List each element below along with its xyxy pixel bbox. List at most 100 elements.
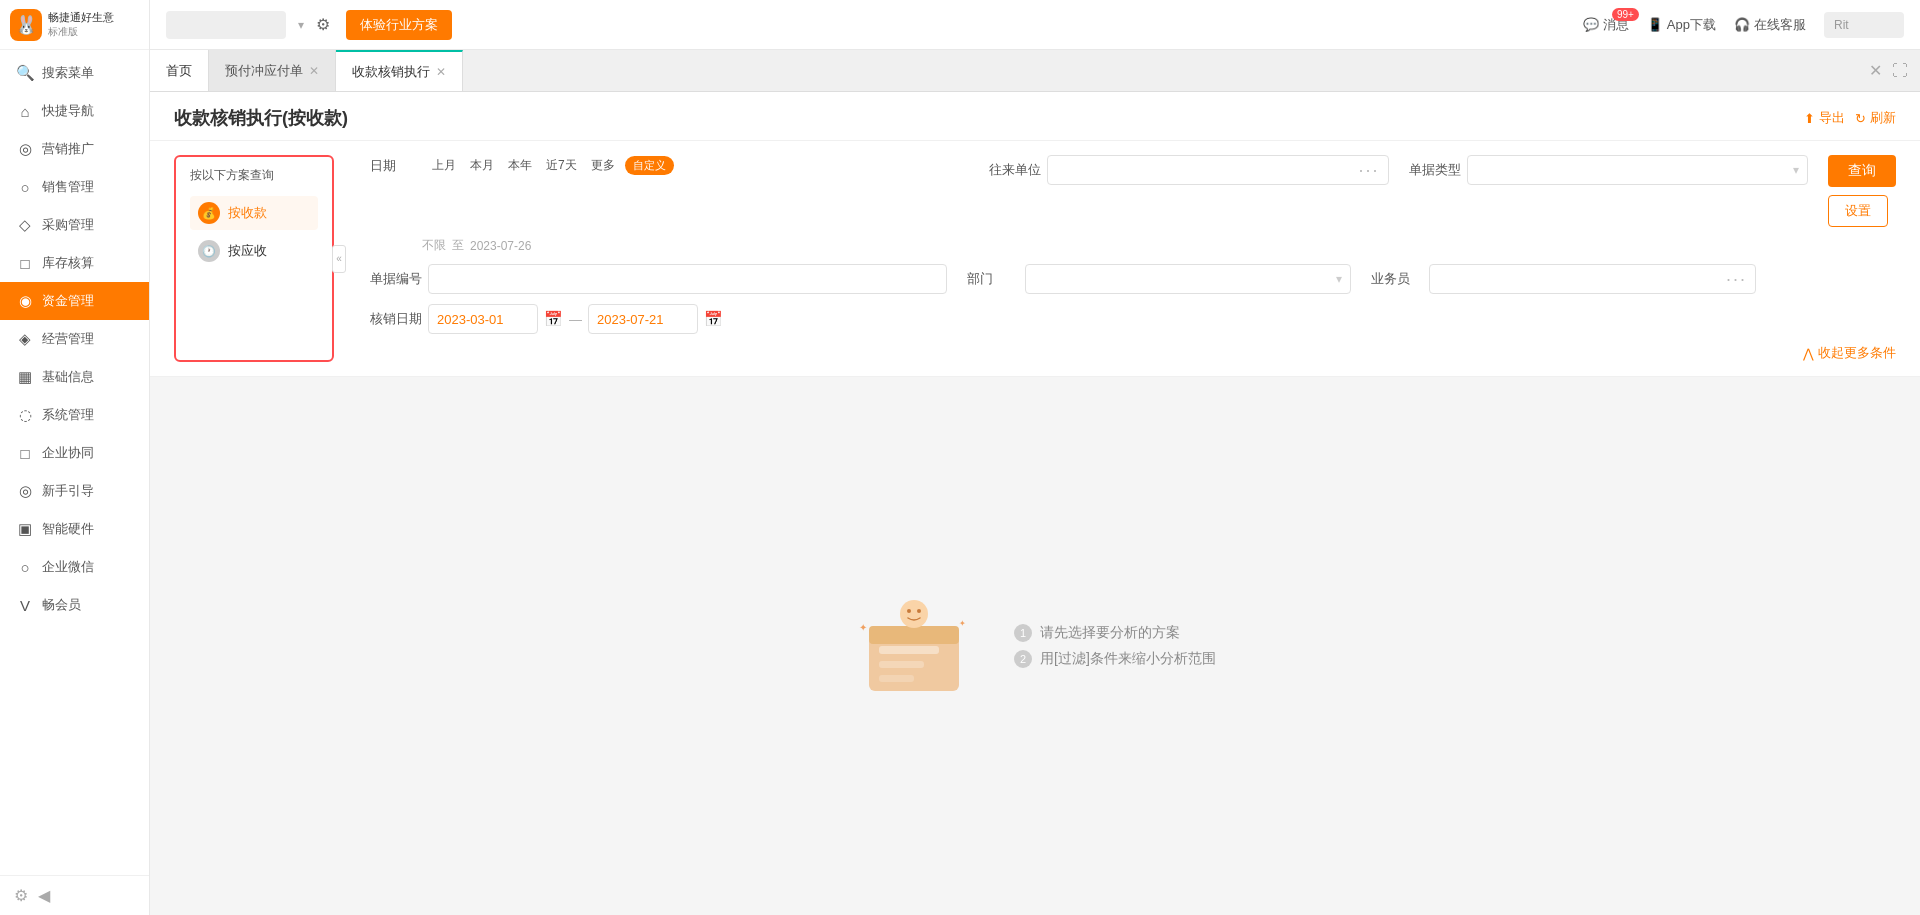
filter-option-by-receivable[interactable]: 🕐 按应收 [190,234,318,268]
sidebar-item-label: 新手引导 [42,482,94,500]
settings-button[interactable]: 设置 [1828,195,1888,227]
message-button[interactable]: 💬 消息 99+ [1583,16,1629,34]
sidebar-item-enterprise[interactable]: □ 企业协同 [0,434,149,472]
verify-date-to-cal-icon[interactable]: 📅 [704,310,723,328]
dept-select[interactable]: ▾ [1025,264,1352,294]
svg-rect-2 [879,646,939,654]
date-label: 日期 [370,157,422,175]
doctype-select[interactable]: ▾ [1467,155,1808,185]
search-icon: 🔍 [16,64,34,82]
logo-text-block: 畅捷通好生意 标准版 [48,10,114,38]
sidebar-item-search[interactable]: 🔍 搜索菜单 [0,54,149,92]
svg-rect-3 [879,661,924,668]
empty-tip-2: 2 用[过滤]条件来缩小分析范围 [1014,650,1216,668]
basics-icon: ▦ [16,368,34,386]
empty-tips: 1 请先选择要分析的方案 2 用[过滤]条件来缩小分析范围 [1014,624,1216,668]
sidebar-item-system[interactable]: ◌ 系统管理 [0,396,149,434]
by-receivable-icon: 🕐 [198,240,220,262]
collapse-more-icon: ⋀ [1803,346,1814,361]
tabbar-right: ✕ ⛶ [1857,50,1920,91]
purchase-icon: ◇ [16,216,34,234]
tab-prepay-offset[interactable]: 预付冲应付单 ✕ [209,50,336,91]
tab-home[interactable]: 首页 [150,50,209,91]
industry-solution-button[interactable]: 体验行业方案 [346,10,452,40]
date-btn-this-month[interactable]: 本月 [466,155,498,176]
filter-docno-row: 单据编号 [370,264,947,294]
sidebar-item-label: 销售管理 [42,178,94,196]
collapse-filter-left-button[interactable]: « [332,245,346,273]
tab-maximize-icon[interactable]: ⛶ [1892,62,1908,80]
docno-label: 单据编号 [370,270,422,288]
hardware-icon: ▣ [16,520,34,538]
brand-chevron-icon[interactable]: ▾ [298,18,304,32]
sidebar-item-finance[interactable]: ◉ 资金管理 [0,282,149,320]
logo-icon: 🐰 [10,9,42,41]
export-label: 导出 [1819,109,1845,127]
sidebar-item-hardware[interactable]: ▣ 智能硬件 [0,510,149,548]
tab-receipt-close-icon[interactable]: ✕ [436,65,446,79]
refresh-button[interactable]: ↻ 刷新 [1855,109,1896,127]
export-button[interactable]: ⬆ 导出 [1804,109,1845,127]
tab-close-all-icon[interactable]: ✕ [1869,61,1882,80]
collapse-more-button[interactable]: ⋀ 收起更多条件 [1803,344,1896,362]
date-btn-more[interactable]: 更多 [587,155,619,176]
tab-prepay-close-icon[interactable]: ✕ [309,64,319,78]
collapse-more-row: ⋀ 收起更多条件 [370,344,1896,362]
operations-icon: ◈ [16,330,34,348]
sidebar-item-wechat[interactable]: ○ 企业微信 [0,548,149,586]
collapse-sidebar-icon[interactable]: ◀ [38,886,50,905]
online-service-button[interactable]: 🎧 在线客服 [1734,16,1806,34]
settings-icon[interactable]: ⚙ [14,886,28,905]
date-btn-custom[interactable]: 自定义 [625,156,674,175]
sidebar-item-quicknav[interactable]: ⌂ 快捷导航 [0,92,149,130]
date-btn-7days[interactable]: 近7天 [542,155,581,176]
main-area: ▾ ⚙ 体验行业方案 💬 消息 99+ 📱 App下载 🎧 在线客服 Rit [150,0,1920,915]
sidebar-item-marketing[interactable]: ◎ 营销推广 [0,130,149,168]
sidebar-item-label: 系统管理 [42,406,94,424]
date-to-text: 至 [452,237,464,254]
filter-fields: 日期 上月 本月 本年 近7天 更多 自定义 往来单位 [350,155,1896,362]
app-download-button[interactable]: 📱 App下载 [1647,16,1716,34]
user-profile[interactable]: Rit [1824,12,1904,38]
filter-option-by-receipt[interactable]: 💰 按收款 [190,196,318,230]
export-icon: ⬆ [1804,111,1815,126]
sidebar-item-purchase[interactable]: ◇ 采购管理 [0,206,149,244]
svg-rect-1 [869,626,959,644]
page-actions: ⬆ 导出 ↻ 刷新 [1804,109,1896,127]
svg-rect-4 [879,675,914,682]
docno-input[interactable] [428,264,947,294]
counterpart-more-icon[interactable]: ··· [1359,160,1380,181]
counterpart-select[interactable]: ··· [1047,155,1388,185]
empty-state: ✦ ✦ 1 请先选择要分析的方案 2 用[过滤]条件来缩小分析范围 [854,596,1216,696]
query-button[interactable]: 查询 [1828,155,1896,187]
verify-date-from-cal-icon[interactable]: 📅 [544,310,563,328]
app-label: App下载 [1667,16,1716,34]
sidebar-item-basics[interactable]: ▦ 基础信息 [0,358,149,396]
staff-more-icon[interactable]: ··· [1726,269,1747,290]
sidebar-item-vip[interactable]: V 畅会员 [0,586,149,624]
filter-row3: 核销日期 📅 — 📅 [370,304,1896,334]
sidebar-item-sales[interactable]: ○ 销售管理 [0,168,149,206]
finance-icon: ◉ [16,292,34,310]
verify-date-separator: — [569,312,582,327]
verify-date-from-input[interactable] [428,304,538,334]
sidebar-footer: ⚙ ◀ [0,875,149,915]
sidebar-item-label: 资金管理 [42,292,94,310]
tab-receipt-offset[interactable]: 收款核销执行 ✕ [336,50,463,91]
filter-panel: 按以下方案查询 💰 按收款 🕐 按应收 « 日期 [150,141,1920,377]
sidebar-logo: 🐰 畅捷通好生意 标准版 [0,0,149,50]
tab-receipt-label: 收款核销执行 [352,63,430,81]
sidebar-item-inventory[interactable]: □ 库存核算 [0,244,149,282]
staff-select[interactable]: ··· [1429,264,1756,294]
filter-dept-row: 部门 ▾ [967,264,1352,294]
sidebar-item-label: 畅会员 [42,596,81,614]
date-btn-this-year[interactable]: 本年 [504,155,536,176]
verify-date-to-input[interactable] [588,304,698,334]
date-btn-last-month[interactable]: 上月 [428,155,460,176]
sidebar-item-guide[interactable]: ◎ 新手引导 [0,472,149,510]
date-range-row: 不限 至 2023-07-26 [422,237,1896,254]
sidebar-item-operations[interactable]: ◈ 经营管理 [0,320,149,358]
topbar-gear-icon[interactable]: ⚙ [316,15,330,34]
filter-row2: 单据编号 部门 ▾ 业务员 [370,264,1896,294]
page-title: 收款核销执行(按收款) [174,106,348,130]
